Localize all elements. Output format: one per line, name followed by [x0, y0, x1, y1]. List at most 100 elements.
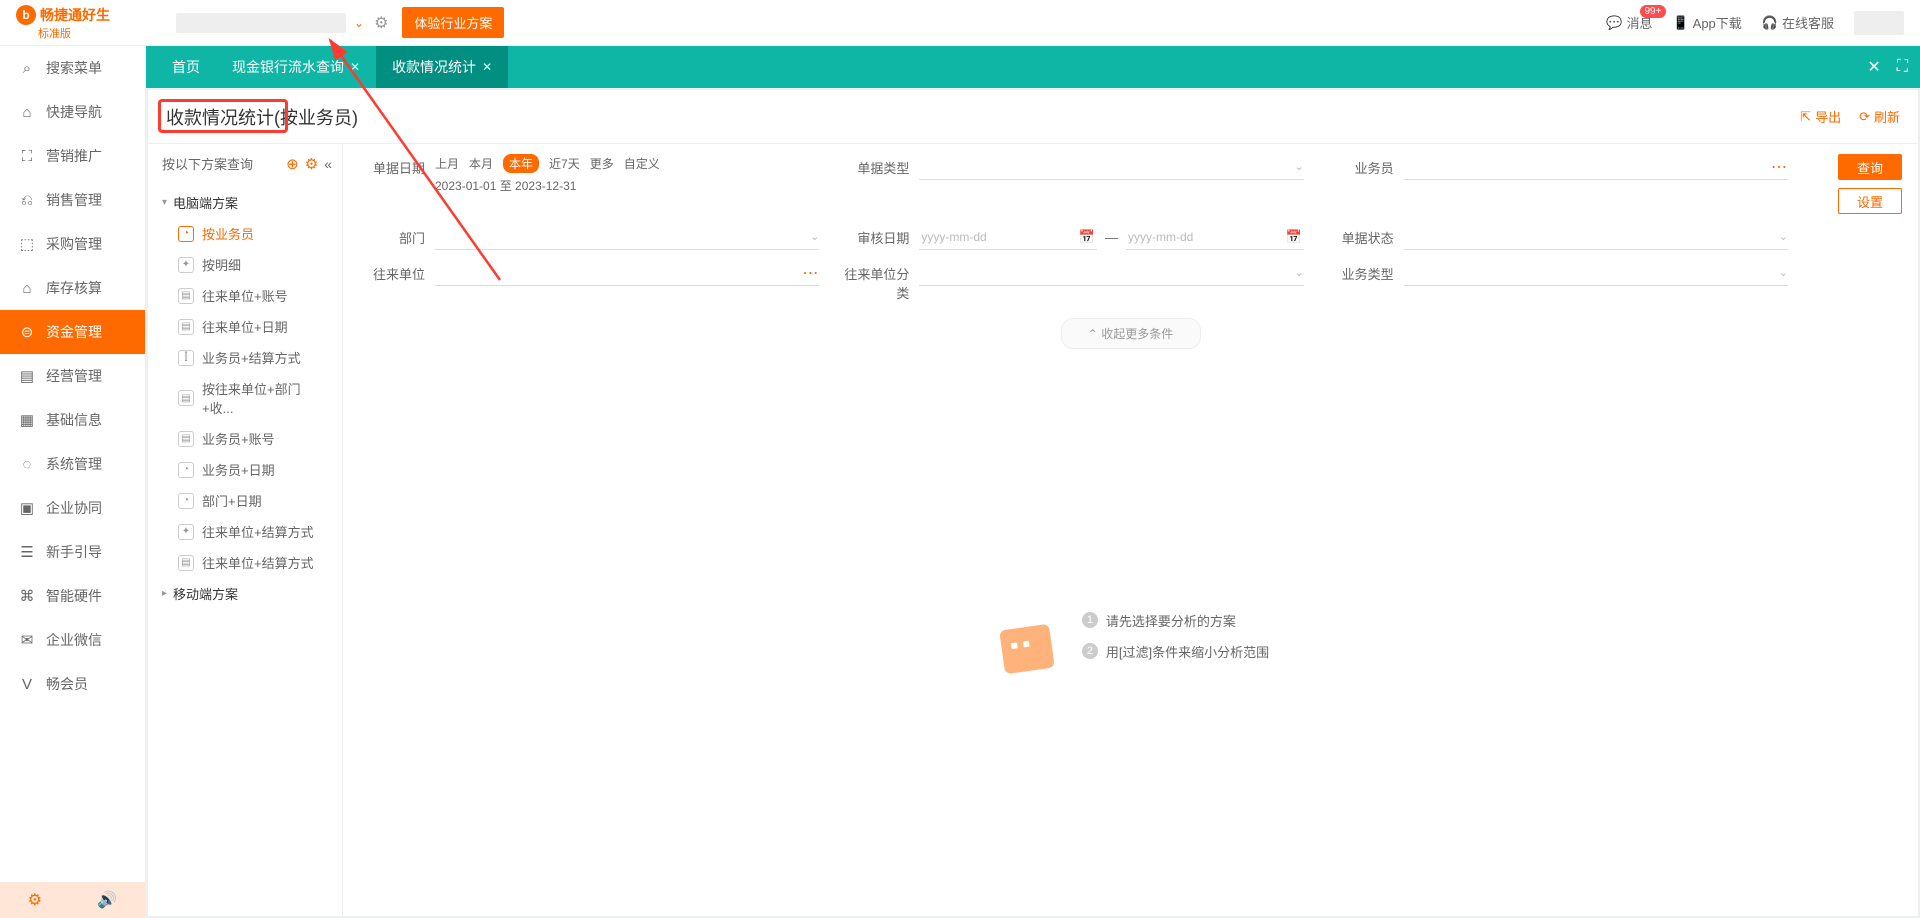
gear-icon[interactable]: ⚙ [374, 13, 388, 33]
cart-icon: ⎌ [18, 191, 36, 209]
scheme-item[interactable]: ◔按业务员 [148, 218, 342, 249]
filter-label-type: 单据类型 [843, 154, 909, 177]
volume-icon[interactable]: 🔊 [97, 890, 117, 910]
chat-icon: 💬 [1606, 15, 1622, 31]
sidebar-item-wechat[interactable]: ✉企业微信 [0, 618, 145, 662]
status-select[interactable]: ⌄ [1404, 224, 1788, 250]
tab-home[interactable]: 首页 [156, 46, 216, 88]
scheme-item[interactable]: ▤往来单位+结算方式 [148, 547, 342, 578]
close-icon[interactable]: ✕ [350, 60, 360, 74]
sidebar-item-coop[interactable]: ▣企业协同 [0, 486, 145, 530]
sidebar-item-basic[interactable]: ▦基础信息 [0, 398, 145, 442]
filter-label-dept: 部门 [359, 224, 425, 247]
sidebar-item-inventory[interactable]: ⌂库存核算 [0, 266, 145, 310]
filter-label-audit: 审核日期 [843, 224, 909, 247]
step-number: 2 [1082, 643, 1098, 659]
audit-date-to[interactable]: yyyy-mm-dd📅 [1126, 224, 1304, 250]
refresh-button[interactable]: ⟳ 刷新 [1859, 107, 1900, 126]
wechat-icon: ✉ [18, 631, 36, 649]
message-badge: 99+ [1640, 5, 1667, 18]
sidebar-item-purchase[interactable]: ⬚采购管理 [0, 222, 145, 266]
tab-receipt-stats[interactable]: 收款情况统计✕ [376, 46, 508, 88]
dept-select[interactable]: ⌄ [435, 224, 819, 250]
sidebar-item-operation[interactable]: ▤经营管理 [0, 354, 145, 398]
date-quick-option[interactable]: 上月 [435, 155, 459, 172]
search-icon: ⌕ [18, 59, 36, 77]
sidebar-item-member[interactable]: V畅会员 [0, 662, 145, 706]
settings-button[interactable]: 设置 [1838, 188, 1902, 214]
caret-icon: ▸ [162, 588, 167, 599]
sidebar-item-finance[interactable]: ⊜资金管理 [0, 310, 145, 354]
page-header: 收款情况统计(按业务员) ⇱ 导出 ⟳ 刷新 [148, 90, 1918, 144]
tab-cashflow[interactable]: 现金银行流水查询✕ [216, 46, 376, 88]
calendar-icon: 📅 [1079, 229, 1095, 245]
sidebar-footer: ⚙ 🔊 [0, 882, 145, 918]
sidebar-item-nav[interactable]: ⌂快捷导航 [0, 90, 145, 134]
scheme-group-desktop[interactable]: ▾电脑端方案 [148, 187, 342, 218]
sidebar-item-system[interactable]: ◌系统管理 [0, 442, 145, 486]
filter-label-unit-cat: 往来单位分类 [843, 260, 909, 302]
fullscreen-icon[interactable]: ⛶ [1897, 58, 1908, 76]
scheme-item[interactable]: ▤往来单位+账号 [148, 280, 342, 311]
circle-icon: ◌ [18, 455, 36, 473]
scheme-item[interactable]: ◔部门+日期 [148, 485, 342, 516]
messages-link[interactable]: 💬 消息 99+ [1606, 13, 1652, 32]
filter-label-clerk: 业务员 [1328, 154, 1394, 177]
biz-type-select[interactable]: ⌄ [1404, 260, 1788, 286]
collapse-panel-icon[interactable]: « [324, 156, 332, 172]
app-download-link[interactable]: 📱 App下载 [1672, 13, 1741, 32]
bag-icon: ⬚ [18, 235, 36, 253]
scheme-settings-icon[interactable]: ⚙ [305, 155, 318, 173]
add-scheme-icon[interactable]: ⊕ [286, 155, 299, 173]
date-quick-option[interactable]: 本月 [469, 155, 493, 172]
org-selector[interactable]: ⌄ [176, 13, 364, 33]
scheme-item[interactable]: ⫿业务员+结算方式 [148, 342, 342, 373]
sidebar-item-hardware[interactable]: ⌘智能硬件 [0, 574, 145, 618]
date-quick-option[interactable]: 近7天 [549, 155, 580, 172]
online-service-link[interactable]: 🎧 在线客服 [1762, 13, 1834, 32]
close-icon[interactable]: ✕ [482, 60, 492, 74]
date-quick-option[interactable]: 更多 [590, 155, 614, 172]
scheme-item[interactable]: ▤按往来单位+部门+收... [148, 373, 342, 423]
filter-label-date: 单据日期 [359, 154, 425, 177]
logo-icon: b [16, 5, 36, 25]
trial-button[interactable]: 体验行业方案 [402, 7, 504, 38]
sidebar-item-sales[interactable]: ⎌销售管理 [0, 178, 145, 222]
more-icon: ⋯ [802, 263, 819, 283]
sidebar-item-marketing[interactable]: ⛶营销推广 [0, 134, 145, 178]
user-avatar[interactable] [1854, 11, 1904, 35]
sidebar-item-search[interactable]: ⌕搜索菜单 [0, 46, 145, 90]
query-button[interactable]: 查询 [1838, 154, 1902, 180]
page-title: 收款情况统计(按业务员) [166, 104, 358, 130]
date-quick-select: 上月 本月 本年 近7天 更多 自定义 [435, 154, 819, 173]
chip-icon: ⌘ [18, 587, 36, 605]
scheme-item[interactable]: ◔业务员+日期 [148, 454, 342, 485]
scheme-item[interactable]: ✦按明细 [148, 249, 342, 280]
step-number: 1 [1082, 612, 1098, 628]
unit-category-select[interactable]: ⌄ [919, 260, 1303, 286]
scheme-group-mobile[interactable]: ▸移动端方案 [148, 578, 342, 609]
date-quick-option[interactable]: 自定义 [624, 155, 660, 172]
empty-state: 1请先选择要分析的方案 2用[过滤]条件来缩小分析范围 [343, 355, 1918, 916]
unit-select[interactable]: ⋯ [435, 260, 819, 286]
scheme-item[interactable]: ✦往来单位+结算方式 [148, 516, 342, 547]
home-icon: ⌂ [18, 103, 36, 121]
team-icon: ▣ [18, 499, 36, 517]
scheme-item[interactable]: ▤往来单位+日期 [148, 311, 342, 342]
sidebar-item-guide[interactable]: ☰新手引导 [0, 530, 145, 574]
type-select[interactable]: ⌄ [919, 154, 1303, 180]
clerk-select[interactable]: ⋯ [1404, 154, 1788, 180]
coin-icon: ⊜ [18, 323, 36, 341]
vip-icon: V [18, 675, 36, 693]
date-quick-option[interactable]: 本年 [503, 154, 539, 173]
chevron-down-icon: ⌄ [354, 16, 364, 30]
collapse-filters-button[interactable]: ⌃ 收起更多条件 [1061, 318, 1201, 349]
gear-icon[interactable]: ⚙ [28, 890, 42, 910]
app-header: b 畅捷通好生 标准版 ⌄ ⚙ 体验行业方案 💬 消息 99+ 📱 App下载 … [0, 0, 1920, 46]
audit-date-from[interactable]: yyyy-mm-dd📅 [919, 224, 1097, 250]
scheme-item[interactable]: ▤业务员+账号 [148, 423, 342, 454]
phone-icon: 📱 [1672, 15, 1688, 31]
export-button[interactable]: ⇱ 导出 [1800, 107, 1841, 126]
filter-label-unit: 往来单位 [359, 260, 425, 283]
close-all-icon[interactable]: ✕ [1867, 57, 1880, 77]
